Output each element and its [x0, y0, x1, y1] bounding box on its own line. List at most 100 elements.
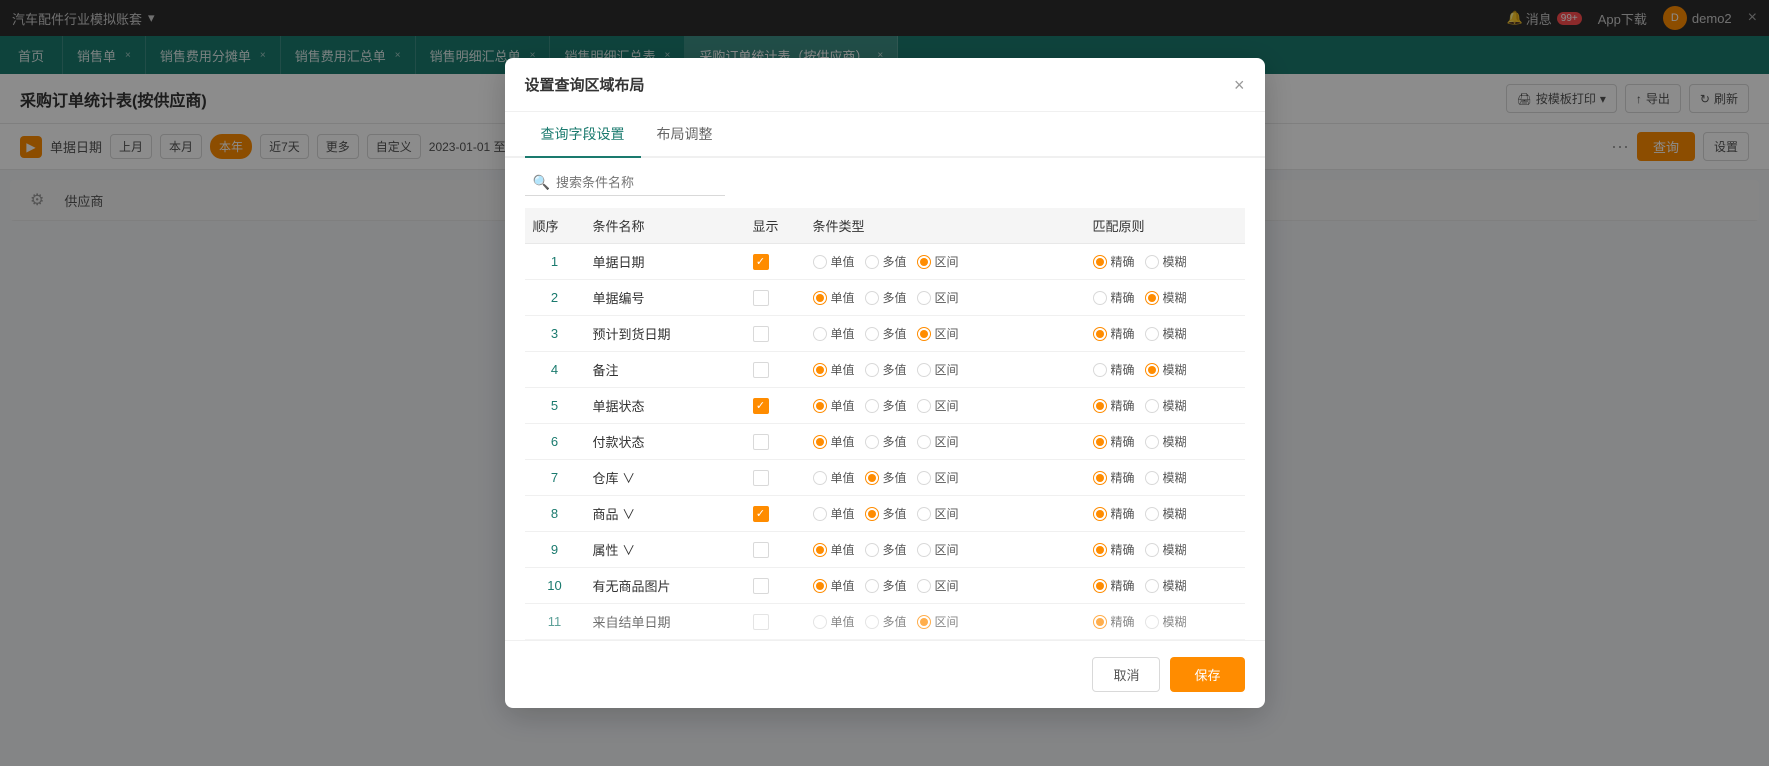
- radio-single-circle-5[interactable]: [813, 399, 827, 413]
- radio-match-fuzzy-9[interactable]: 模糊: [1145, 541, 1187, 558]
- dialog-close-button[interactable]: ×: [1234, 76, 1245, 94]
- radio-fuzzy-circle-4[interactable]: [1145, 363, 1159, 377]
- radio-type-multi-6[interactable]: 多值: [865, 433, 907, 450]
- radio-range-circle-5[interactable]: [917, 399, 931, 413]
- row-display-1[interactable]: [745, 254, 805, 270]
- radio-multi-circle-5[interactable]: [865, 399, 879, 413]
- row-display-7[interactable]: [745, 470, 805, 486]
- checkbox-8[interactable]: [753, 506, 769, 522]
- radio-range-circle-4[interactable]: [917, 363, 931, 377]
- radio-range-circle-9[interactable]: [917, 543, 931, 557]
- radio-match-exact-1[interactable]: 精确: [1093, 253, 1135, 270]
- radio-exact-circle-2[interactable]: [1093, 291, 1107, 305]
- checkbox-1[interactable]: [753, 254, 769, 270]
- radio-range-circle-10[interactable]: [917, 579, 931, 593]
- radio-type-single-11[interactable]: 单值: [813, 613, 855, 630]
- radio-match-exact-11[interactable]: 精确: [1093, 613, 1135, 630]
- radio-multi-circle-11[interactable]: [865, 615, 879, 629]
- radio-type-single-10[interactable]: 单值: [813, 577, 855, 594]
- radio-range-circle-8[interactable]: [917, 507, 931, 521]
- radio-multi-circle-2[interactable]: [865, 291, 879, 305]
- radio-type-single-1[interactable]: 单值: [813, 253, 855, 270]
- row-display-8[interactable]: [745, 506, 805, 522]
- radio-exact-circle-5[interactable]: [1093, 399, 1107, 413]
- radio-type-multi-2[interactable]: 多值: [865, 289, 907, 306]
- radio-exact-circle-8[interactable]: [1093, 507, 1107, 521]
- checkbox-7[interactable]: [753, 470, 769, 486]
- radio-match-exact-3[interactable]: 精确: [1093, 325, 1135, 342]
- radio-match-exact-9[interactable]: 精确: [1093, 541, 1135, 558]
- radio-fuzzy-circle-2[interactable]: [1145, 291, 1159, 305]
- radio-match-exact-6[interactable]: 精确: [1093, 433, 1135, 450]
- checkbox-5[interactable]: [753, 398, 769, 414]
- row-display-11[interactable]: [745, 614, 805, 630]
- checkbox-4[interactable]: [753, 362, 769, 378]
- radio-single-circle-6[interactable]: [813, 435, 827, 449]
- radio-type-range-10[interactable]: 区间: [917, 577, 959, 594]
- radio-match-fuzzy-6[interactable]: 模糊: [1145, 433, 1187, 450]
- radio-type-range-8[interactable]: 区间: [917, 505, 959, 522]
- checkbox-3[interactable]: [753, 326, 769, 342]
- radio-exact-circle-9[interactable]: [1093, 543, 1107, 557]
- radio-type-multi-7[interactable]: 多值: [865, 469, 907, 486]
- radio-type-multi-1[interactable]: 多值: [865, 253, 907, 270]
- radio-range-circle-3[interactable]: [917, 327, 931, 341]
- radio-single-circle-8[interactable]: [813, 507, 827, 521]
- radio-match-fuzzy-7[interactable]: 模糊: [1145, 469, 1187, 486]
- radio-match-fuzzy-8[interactable]: 模糊: [1145, 505, 1187, 522]
- radio-type-multi-9[interactable]: 多值: [865, 541, 907, 558]
- row-display-3[interactable]: [745, 326, 805, 342]
- radio-match-exact-7[interactable]: 精确: [1093, 469, 1135, 486]
- radio-exact-circle-6[interactable]: [1093, 435, 1107, 449]
- radio-exact-circle-4[interactable]: [1093, 363, 1107, 377]
- radio-type-multi-8[interactable]: 多值: [865, 505, 907, 522]
- radio-exact-circle-11[interactable]: [1093, 615, 1107, 629]
- radio-match-fuzzy-1[interactable]: 模糊: [1145, 253, 1187, 270]
- radio-multi-circle-1[interactable]: [865, 255, 879, 269]
- radio-multi-circle-4[interactable]: [865, 363, 879, 377]
- radio-multi-circle-7[interactable]: [865, 471, 879, 485]
- radio-range-circle-7[interactable]: [917, 471, 931, 485]
- radio-type-range-11[interactable]: 区间: [917, 613, 959, 630]
- radio-multi-circle-3[interactable]: [865, 327, 879, 341]
- radio-type-single-4[interactable]: 单值: [813, 361, 855, 378]
- radio-match-fuzzy-4[interactable]: 模糊: [1145, 361, 1187, 378]
- search-input[interactable]: [556, 175, 716, 190]
- radio-type-range-3[interactable]: 区间: [917, 325, 959, 342]
- radio-multi-circle-8[interactable]: [865, 507, 879, 521]
- radio-type-single-8[interactable]: 单值: [813, 505, 855, 522]
- radio-type-multi-5[interactable]: 多值: [865, 397, 907, 414]
- radio-match-fuzzy-3[interactable]: 模糊: [1145, 325, 1187, 342]
- radio-type-single-3[interactable]: 单值: [813, 325, 855, 342]
- row-display-2[interactable]: [745, 290, 805, 306]
- radio-match-fuzzy-2[interactable]: 模糊: [1145, 289, 1187, 306]
- radio-fuzzy-circle-1[interactable]: [1145, 255, 1159, 269]
- radio-match-fuzzy-10[interactable]: 模糊: [1145, 577, 1187, 594]
- radio-fuzzy-circle-5[interactable]: [1145, 399, 1159, 413]
- radio-fuzzy-circle-11[interactable]: [1145, 615, 1159, 629]
- radio-fuzzy-circle-6[interactable]: [1145, 435, 1159, 449]
- radio-single-circle-1[interactable]: [813, 255, 827, 269]
- radio-single-circle-2[interactable]: [813, 291, 827, 305]
- radio-multi-circle-6[interactable]: [865, 435, 879, 449]
- checkbox-10[interactable]: [753, 578, 769, 594]
- radio-match-exact-8[interactable]: 精确: [1093, 505, 1135, 522]
- radio-range-circle-2[interactable]: [917, 291, 931, 305]
- radio-type-range-2[interactable]: 区间: [917, 289, 959, 306]
- radio-fuzzy-circle-10[interactable]: [1145, 579, 1159, 593]
- radio-single-circle-4[interactable]: [813, 363, 827, 377]
- radio-match-fuzzy-11[interactable]: 模糊: [1145, 613, 1187, 630]
- checkbox-11[interactable]: [753, 614, 769, 630]
- row-display-6[interactable]: [745, 434, 805, 450]
- radio-type-range-1[interactable]: 区间: [917, 253, 959, 270]
- radio-type-single-9[interactable]: 单值: [813, 541, 855, 558]
- radio-type-multi-11[interactable]: 多值: [865, 613, 907, 630]
- radio-range-circle-11[interactable]: [917, 615, 931, 629]
- radio-match-exact-10[interactable]: 精确: [1093, 577, 1135, 594]
- radio-type-single-2[interactable]: 单值: [813, 289, 855, 306]
- radio-single-circle-9[interactable]: [813, 543, 827, 557]
- radio-type-range-5[interactable]: 区间: [917, 397, 959, 414]
- cancel-button[interactable]: 取消: [1092, 657, 1160, 692]
- radio-single-circle-11[interactable]: [813, 615, 827, 629]
- radio-type-multi-3[interactable]: 多值: [865, 325, 907, 342]
